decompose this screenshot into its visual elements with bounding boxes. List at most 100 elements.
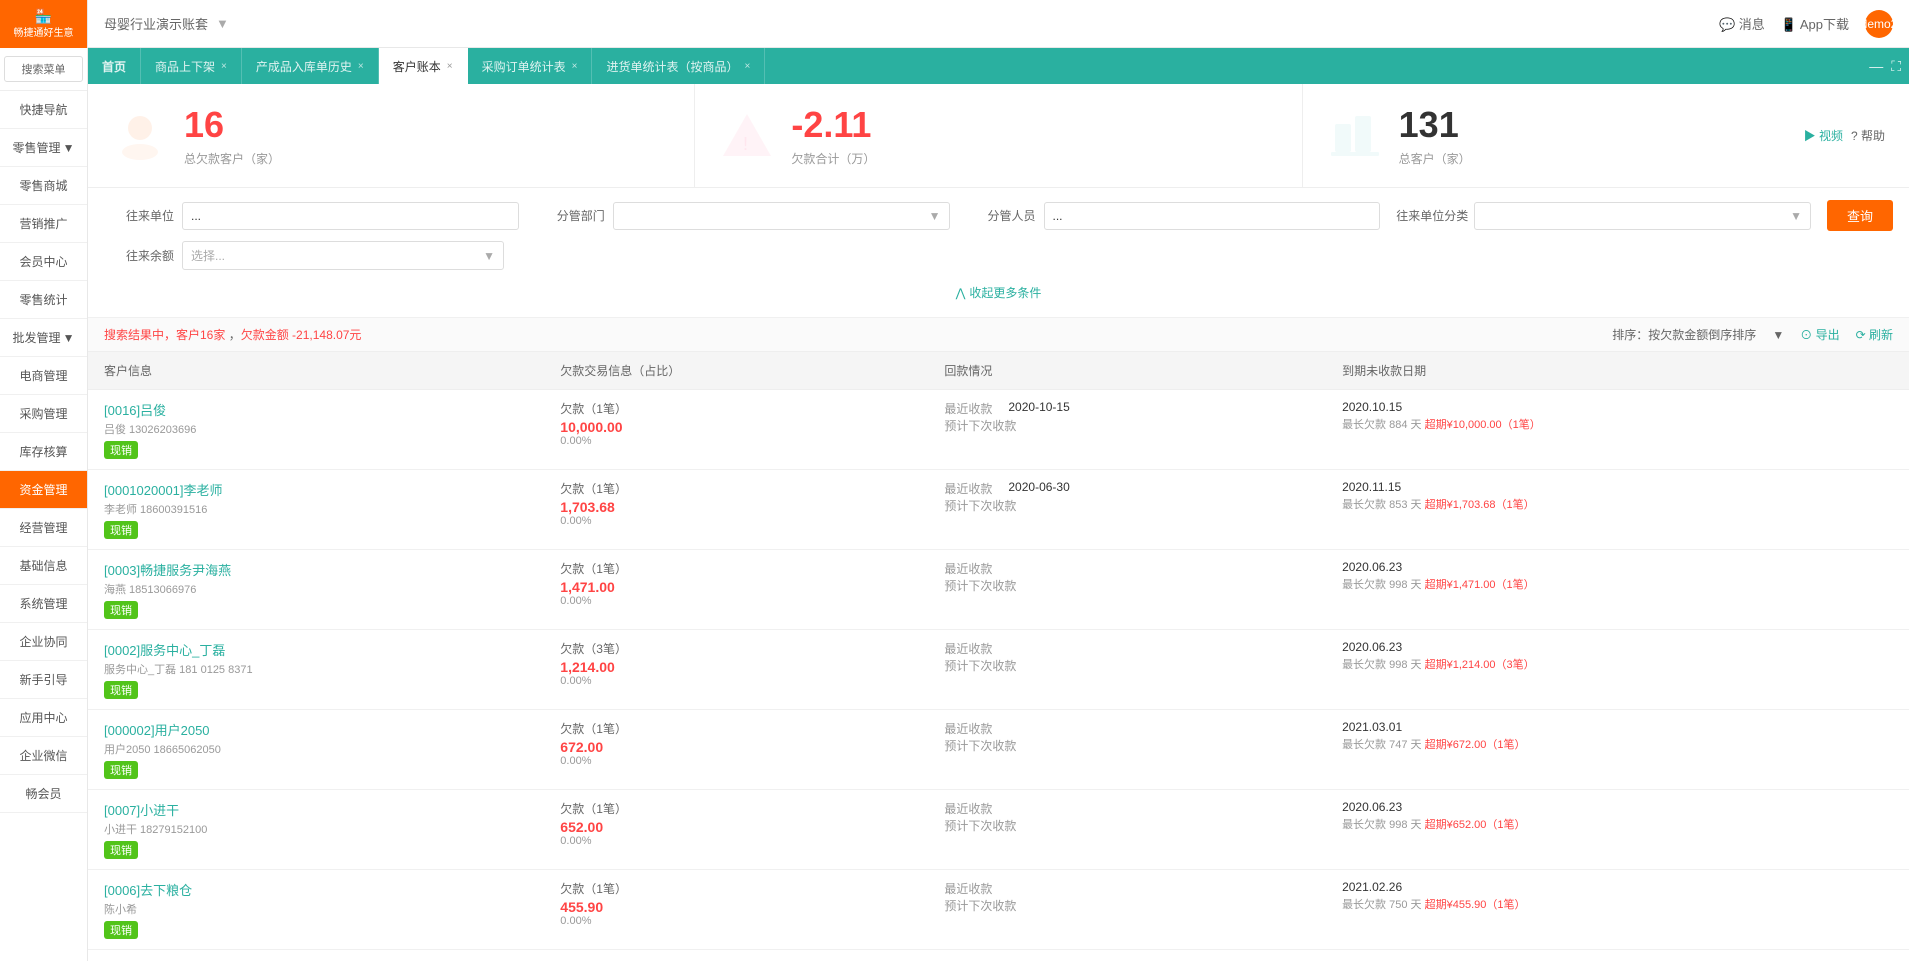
help-btn[interactable]: ? 帮助 — [1851, 127, 1885, 144]
debt-amount-value[interactable]: 652.00 — [560, 819, 912, 835]
next-payment-label: 预计下次收款 — [944, 417, 1016, 434]
filter-row-2: 往来余额 选择... ▼ — [104, 241, 1893, 270]
customer-name-link[interactable]: [0002]服务中心_丁磊 — [104, 640, 528, 659]
video-icon: ▶ — [1804, 129, 1816, 143]
refresh-btn[interactable]: ⟳ 刷新 — [1856, 326, 1893, 343]
next-payment-label: 预计下次收款 — [944, 737, 1016, 754]
payback-cell: 最近收款 预计下次收款 — [928, 630, 1326, 710]
content-area: 16 总欠款客户（家） ! -2.11 欠款合计（万） — [88, 84, 1909, 961]
payback-cell: 最近收款 2020-06-30 预计下次收款 — [928, 470, 1326, 550]
tab-incoming-stats-close[interactable]: × — [744, 61, 750, 72]
tab-purchase-stats[interactable]: 采购订单统计表 × — [468, 48, 593, 84]
video-btn[interactable]: ▶ 视频 — [1804, 127, 1843, 144]
sidebar-item-batch-mgmt[interactable]: 批发管理 ▼ — [0, 319, 87, 357]
sidebar-item-apps[interactable]: 应用中心 — [0, 699, 87, 737]
tab-incoming-stats-label: 进货单统计表（按商品） — [606, 58, 738, 75]
collapse-label: 收起更多条件 — [969, 284, 1041, 301]
customer-badge: 现销 — [104, 841, 138, 859]
sidebar-item-label: 零售管理 — [13, 139, 61, 156]
payback-cell: 最近收款 预计下次收款 — [928, 550, 1326, 630]
sidebar-item-enterprise[interactable]: 企业协同 — [0, 623, 87, 661]
sidebar-item-inventory[interactable]: 库存核算 — [0, 433, 87, 471]
sidebar-item-retail-stats[interactable]: 零售统计 — [0, 281, 87, 319]
debt-amount-value[interactable]: 1,471.00 — [560, 579, 912, 595]
customer-name-link[interactable]: [0007]小进干 — [104, 800, 528, 819]
balance-select[interactable]: 选择... ▼ — [182, 241, 504, 270]
debt-amount-value[interactable]: 455.90 — [560, 899, 912, 915]
sidebar-item-marketing[interactable]: 营销推广 — [0, 205, 87, 243]
message-btn[interactable]: 💬 消息 — [1719, 14, 1765, 33]
sidebar-item-finance[interactable]: 资金管理 — [0, 471, 87, 509]
customer-name-link[interactable]: [0003]畅捷服务尹海燕 — [104, 560, 528, 579]
debt-amount-value[interactable]: 10,000.00 — [560, 419, 912, 435]
balance-placeholder: 选择... — [191, 247, 225, 264]
overdue-amount-link[interactable]: 超期¥1,471.00（1笔） — [1425, 579, 1535, 591]
debt-amount-value[interactable]: 672.00 — [560, 739, 912, 755]
tab-product-history[interactable]: 产成品入库单历史 × — [242, 48, 379, 84]
last-payment-row: 最近收款 — [944, 560, 1310, 577]
supplier-input[interactable]: ... — [182, 202, 519, 230]
category-select[interactable]: ▼ — [1474, 202, 1811, 230]
tab-home[interactable]: 首页 — [88, 48, 141, 84]
search-button[interactable]: 查询 — [1827, 200, 1893, 231]
summary-cards: 16 总欠款客户（家） ! -2.11 欠款合计（万） — [88, 84, 1909, 188]
topbar: 母婴行业演示账套 ▼ 💬 消息 📱 App下载 demo2 — [88, 0, 1909, 48]
user-avatar[interactable]: demo2 — [1865, 10, 1893, 38]
debtors-data: 16 总欠款客户（家） — [184, 104, 670, 167]
sidebar-item-purchase[interactable]: 采购管理 — [0, 395, 87, 433]
debt-icon: ! — [719, 108, 775, 164]
industry-label: 母婴行业演示账套 — [104, 14, 208, 33]
customer-name-link[interactable]: [0006]去下粮仓 — [104, 880, 528, 899]
person-input[interactable]: ... — [1044, 202, 1381, 230]
sidebar-item-ecommerce[interactable]: 电商管理 — [0, 357, 87, 395]
overdue-amount-link[interactable]: 超期¥652.00（1笔） — [1425, 819, 1526, 831]
app-download-btn[interactable]: 📱 App下载 — [1781, 14, 1849, 33]
tab-product-offline[interactable]: 商品上下架 × — [141, 48, 242, 84]
overdue-amount-link[interactable]: 超期¥455.90（1笔） — [1425, 899, 1526, 911]
debt-amount-value[interactable]: 1,703.68 — [560, 499, 912, 515]
dept-select[interactable]: ▼ — [613, 202, 950, 230]
customer-name-link[interactable]: [0016]吕俊 — [104, 400, 528, 419]
tab-purchase-stats-close[interactable]: × — [572, 61, 578, 72]
tab-product-history-close[interactable]: × — [358, 61, 364, 72]
sidebar-item-newbie[interactable]: 新手引导 — [0, 661, 87, 699]
filter-dept: 分管部门 ▼ — [535, 202, 950, 230]
sidebar-item-system[interactable]: 系统管理 — [0, 585, 87, 623]
overdue-amount-link[interactable]: 超期¥672.00（1笔） — [1425, 739, 1526, 751]
data-table: 客户信息 欠款交易信息（占比） 回款情况 到期未收款日期 [0016]吕俊 吕俊… — [88, 352, 1909, 961]
debtors-number: 16 — [184, 104, 670, 146]
customer-name-link[interactable]: [0001020001]李老师 — [104, 480, 528, 499]
table-body: [0016]吕俊 吕俊 13026203696 现销 欠款（1笔） 10,000… — [88, 390, 1909, 961]
collapse-button[interactable]: ⋀ 收起更多条件 — [956, 284, 1042, 301]
overdue-amount-link[interactable]: 超期¥1,703.68（1笔） — [1425, 499, 1535, 511]
tab-customer-account[interactable]: 客户账本 × — [379, 48, 468, 84]
debtors-icon — [112, 108, 168, 164]
tab-customer-account-close[interactable]: × — [447, 61, 453, 72]
sidebar-item-retail-mall[interactable]: 零售商城 — [0, 167, 87, 205]
overdue-amount-link[interactable]: 超期¥10,000.00（1笔） — [1425, 419, 1541, 431]
sidebar-item-member[interactable]: 会员中心 — [0, 243, 87, 281]
sidebar-item-operation[interactable]: 经营管理 — [0, 509, 87, 547]
debt-info-cell: 欠款（1笔） 652.00 0.00% — [544, 790, 928, 870]
customer-info-cell: [0007]小进干 小进干 18279152100 现销 — [88, 790, 544, 870]
sidebar-item-retail-mgmt[interactable]: 零售管理 ▼ — [0, 129, 87, 167]
debt-amount-value[interactable]: 1,214.00 — [560, 659, 912, 675]
tabs-minus-icon[interactable]: — — [1869, 58, 1883, 74]
tab-product-offline-close[interactable]: × — [221, 61, 227, 72]
search-menu-button[interactable]: 搜索菜单 — [4, 56, 83, 82]
sidebar-item-vip[interactable]: 畅会员 — [0, 775, 87, 813]
tab-incoming-stats[interactable]: 进货单统计表（按商品） × — [592, 48, 765, 84]
customer-contact: 服务中心_丁磊 181 0125 8371 — [104, 661, 528, 677]
customer-name-link[interactable]: [000002]用户2050 — [104, 720, 528, 739]
export-btn[interactable]: ⊙ 导出 — [1800, 326, 1839, 343]
next-payment-label: 预计下次收款 — [944, 897, 1016, 914]
topbar-right: 💬 消息 📱 App下载 demo2 — [1719, 10, 1893, 38]
sidebar-item-basic-info[interactable]: 基础信息 — [0, 547, 87, 585]
debt-pct: 0.00% — [560, 835, 912, 847]
tabs-expand-icon[interactable]: ⛶ — [1891, 58, 1901, 75]
overdue-amount-link[interactable]: 超期¥1,214.00（3笔） — [1425, 659, 1535, 671]
sidebar-item-quick-nav[interactable]: 快捷导航 — [0, 91, 87, 129]
table-row: [000002]用户2050 用户2050 18665062050 现销 欠款（… — [88, 710, 1909, 790]
overdue-date: 2020.10.15 — [1342, 400, 1893, 414]
sidebar-item-wechat[interactable]: 企业微信 — [0, 737, 87, 775]
